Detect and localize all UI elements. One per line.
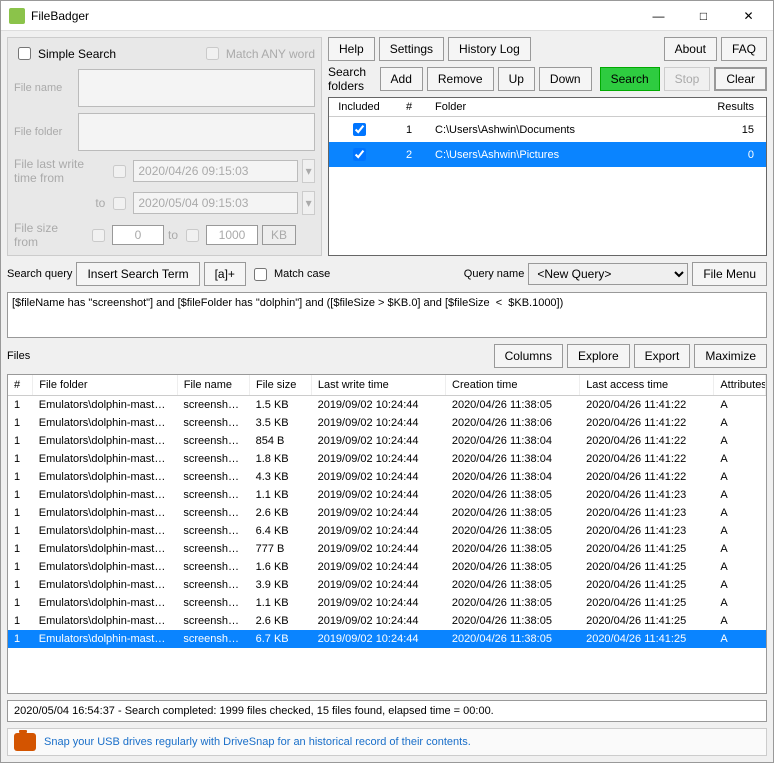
move-up-button[interactable]: Up [498,67,535,91]
folders-header[interactable]: Included [329,98,389,117]
settings-button[interactable]: Settings [379,37,444,61]
files-table[interactable]: #File folderFile nameFile sizeLast write… [7,374,767,694]
clear-button[interactable]: Clear [714,67,767,91]
files-label: Files [7,350,30,362]
date-to-input [133,192,298,214]
search-folders-table[interactable]: Included#FolderResults 1C:\Users\Ashwin\… [328,97,767,256]
footer-link[interactable]: Snap your USB drives regularly with Driv… [44,736,471,748]
file-folder-label: File folder [14,126,74,138]
export-button[interactable]: Export [634,344,691,368]
files-header[interactable]: Last access time [580,375,714,396]
file-row[interactable]: 1Emulators\dolphin-master-...screenshot.… [8,612,766,630]
minimize-button[interactable]: — [636,2,681,30]
file-name-input [78,69,315,107]
add-folder-button[interactable]: Add [380,67,423,91]
right-panel: Help Settings History Log About FAQ Sear… [328,37,767,256]
size-unit-dropdown: KB [262,225,296,245]
app-icon [9,8,25,24]
size-to-input [206,225,258,245]
file-folder-input [78,113,315,151]
file-row[interactable]: 1Emulators\dolphin-master-...screenshot.… [8,594,766,612]
file-row[interactable]: 1Emulators\dolphin-master-...screenshot.… [8,432,766,450]
date-from-dropdown: ▾ [302,159,315,183]
file-row[interactable]: 1Emulators\dolphin-master-...screenshot.… [8,576,766,594]
search-query-label: Search query [7,268,72,280]
file-name-label: File name [14,82,74,94]
last-write-from-label: File last write time from [14,157,105,185]
file-row[interactable]: 1Emulators\dolphin-master-...screenshot.… [8,468,766,486]
files-header[interactable]: Attributes [714,375,766,396]
app-title: FileBadger [31,9,636,23]
file-row[interactable]: 1Emulators\dolphin-master-...screenshot.… [8,540,766,558]
query-textarea[interactable]: [$fileName has "screenshot"] and [$fileF… [7,292,767,338]
folder-row[interactable]: 2C:\Users\Ashwin\Pictures0 [329,142,766,167]
about-button[interactable]: About [664,37,717,61]
file-row[interactable]: 1Emulators\dolphin-master-...screenshot.… [8,450,766,468]
remove-folder-button[interactable]: Remove [427,67,494,91]
titlebar: FileBadger — □ ✕ [1,1,773,31]
size-to-checkbox [186,229,199,242]
help-button[interactable]: Help [328,37,375,61]
date-from-checkbox [113,165,126,178]
match-any-label: Match ANY word [226,47,315,61]
files-header[interactable]: # [8,375,33,396]
folders-header[interactable]: # [389,98,429,117]
move-down-button[interactable]: Down [539,67,592,91]
size-from-checkbox [92,229,105,242]
simple-search-panel: Simple Search Match ANY word File name F… [7,37,322,256]
size-to-label: to [168,228,178,242]
file-row[interactable]: 1Emulators\dolphin-master-...screenshot.… [8,486,766,504]
history-log-button[interactable]: History Log [448,37,531,61]
footer: Snap your USB drives regularly with Driv… [7,728,767,756]
insert-search-term-button[interactable]: Insert Search Term [76,262,199,286]
status-bar: 2020/05/04 16:54:37 - Search completed: … [7,700,767,722]
query-name-select[interactable]: <New Query> [528,263,688,285]
simple-search-label: Simple Search [38,47,116,61]
close-button[interactable]: ✕ [726,2,771,30]
columns-button[interactable]: Columns [494,344,563,368]
search-button[interactable]: Search [600,67,660,91]
folders-header[interactable]: Folder [429,98,677,117]
search-folders-label: Search folders [328,65,376,93]
files-header[interactable]: Last write time [311,375,445,396]
file-size-from-label: File size from [14,221,84,249]
size-from-input [112,225,164,245]
folder-row[interactable]: 1C:\Users\Ashwin\Documents15 [329,117,766,143]
files-header[interactable]: File name [177,375,249,396]
stop-button: Stop [664,67,711,91]
files-header[interactable]: Creation time [446,375,580,396]
folder-include-checkbox[interactable] [353,148,366,161]
date-to-dropdown: ▾ [302,191,315,215]
file-menu-button[interactable]: File Menu [692,262,767,286]
file-row[interactable]: 1Emulators\dolphin-master-...screenshot.… [8,522,766,540]
files-header[interactable]: File folder [33,375,177,396]
match-any-checkbox [206,47,219,60]
query-name-label: Query name [464,268,525,280]
simple-search-checkbox[interactable] [18,47,31,60]
explore-button[interactable]: Explore [567,344,630,368]
app-window: FileBadger — □ ✕ Simple Search Match ANY… [0,0,774,763]
files-header[interactable]: File size [249,375,311,396]
file-row[interactable]: 1Emulators\dolphin-master-...screenshot.… [8,396,766,414]
folders-header[interactable]: Results [677,98,766,117]
date-from-input [133,160,298,182]
maximize-button[interactable]: □ [681,2,726,30]
date-to-checkbox [113,197,126,210]
camera-icon [14,733,36,751]
faq-button[interactable]: FAQ [721,37,767,61]
maximize-files-button[interactable]: Maximize [694,344,767,368]
to-label: to [14,196,105,210]
folder-include-checkbox[interactable] [353,123,366,136]
match-case-checkbox[interactable] [254,268,267,281]
file-row[interactable]: 1Emulators\dolphin-master-...screenshot.… [8,558,766,576]
file-row[interactable]: 1Emulators\dolphin-master-...screenshot.… [8,504,766,522]
match-case-label: Match case [274,268,330,280]
file-row[interactable]: 1Emulators\dolphin-master-...screenshot.… [8,630,766,648]
file-row[interactable]: 1Emulators\dolphin-master-...screenshot.… [8,414,766,432]
regex-button[interactable]: [a]+ [204,262,246,286]
